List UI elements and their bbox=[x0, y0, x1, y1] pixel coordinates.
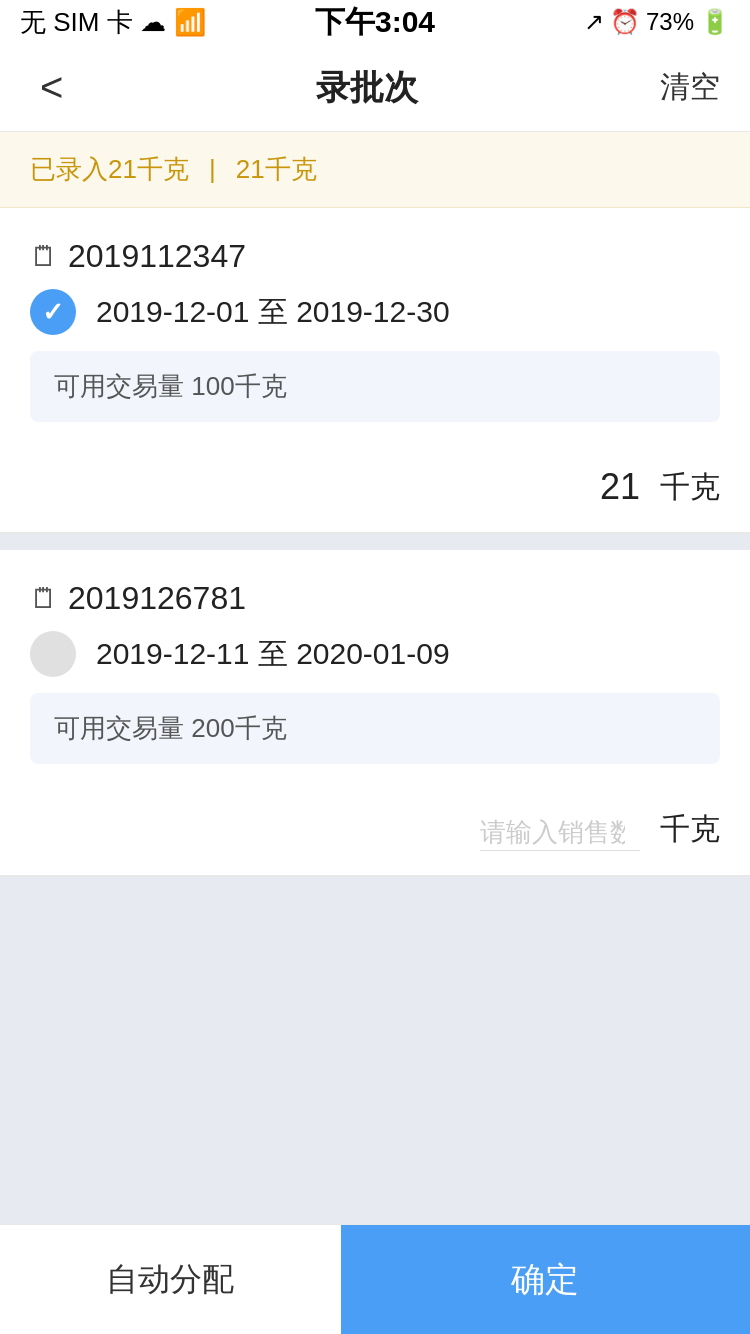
amount-value-1: 21 bbox=[600, 466, 640, 508]
checkbox-1[interactable]: ✓ bbox=[30, 289, 76, 335]
doc-icon-2: 🗒 bbox=[30, 582, 58, 615]
battery-icon: 🔋 bbox=[700, 8, 730, 36]
item-date-1: 2019-12-01 至 2019-12-30 bbox=[96, 292, 450, 333]
summary-recorded: 已录入21千克 bbox=[30, 152, 189, 187]
amount-unit-1: 千克 bbox=[660, 467, 720, 508]
item-header-2: 🗒 2019126781 bbox=[30, 580, 720, 617]
bottom-buttons: 自动分配 确定 bbox=[0, 1224, 750, 1334]
auto-distribute-button[interactable]: 自动分配 bbox=[0, 1225, 341, 1334]
summary-divider: | bbox=[209, 154, 216, 185]
sales-quantity-input[interactable] bbox=[480, 808, 640, 851]
item-id-2: 2019126781 bbox=[68, 580, 246, 617]
check-icon-1: ✓ bbox=[42, 297, 64, 328]
wifi-icon: 📶 bbox=[174, 7, 206, 38]
item-date-2: 2019-12-11 至 2020-01-09 bbox=[96, 634, 450, 675]
item-available-2: 可用交易量 200千克 bbox=[30, 693, 720, 764]
item-available-1: 可用交易量 100千克 bbox=[30, 351, 720, 422]
location-icon: ↗ bbox=[584, 8, 604, 36]
item-row-2: 2019-12-11 至 2020-01-09 bbox=[30, 631, 720, 677]
back-icon: < bbox=[40, 65, 63, 109]
status-bar: 无 SIM 卡 ☁ 📶 下午3:04 ↗ ⏰ 73% 🔋 bbox=[0, 0, 750, 44]
item-id-1: 2019112347 bbox=[68, 238, 246, 275]
summary-bar: 已录入21千克 | 21千克 bbox=[0, 132, 750, 208]
alarm-icon: ⏰ bbox=[610, 8, 640, 36]
amount-row-2: 千克 bbox=[0, 784, 750, 875]
content-wrapper: 已录入21千克 | 21千克 🗒 2019112347 ✓ 2019-12-01… bbox=[0, 132, 750, 1334]
checkbox-2[interactable] bbox=[30, 631, 76, 677]
status-right: ↗ ⏰ 73% 🔋 bbox=[584, 8, 730, 36]
amount-unit-2: 千克 bbox=[660, 809, 720, 850]
item-row-1: ✓ 2019-12-01 至 2019-12-30 bbox=[30, 289, 720, 335]
batch-item-2: 🗒 2019126781 2019-12-11 至 2020-01-09 可用交… bbox=[0, 550, 750, 784]
status-time: 下午3:04 bbox=[315, 2, 435, 43]
section-divider bbox=[0, 534, 750, 550]
status-left: 无 SIM 卡 ☁ 📶 bbox=[20, 5, 206, 40]
item-header-1: 🗒 2019112347 bbox=[30, 238, 720, 275]
page-title: 录批次 bbox=[316, 65, 418, 111]
doc-icon-1: 🗒 bbox=[30, 240, 58, 273]
nav-bar: < 录批次 清空 bbox=[0, 44, 750, 132]
amount-row-1: 21 千克 bbox=[0, 442, 750, 532]
summary-total: 21千克 bbox=[236, 152, 317, 187]
battery-text: 73% bbox=[646, 8, 694, 36]
sim-text: 无 SIM 卡 ☁ bbox=[20, 5, 166, 40]
confirm-button[interactable]: 确定 bbox=[341, 1225, 750, 1334]
clear-button[interactable]: 清空 bbox=[660, 67, 720, 108]
back-button[interactable]: < bbox=[30, 55, 73, 120]
batch-item-1: 🗒 2019112347 ✓ 2019-12-01 至 2019-12-30 可… bbox=[0, 208, 750, 442]
